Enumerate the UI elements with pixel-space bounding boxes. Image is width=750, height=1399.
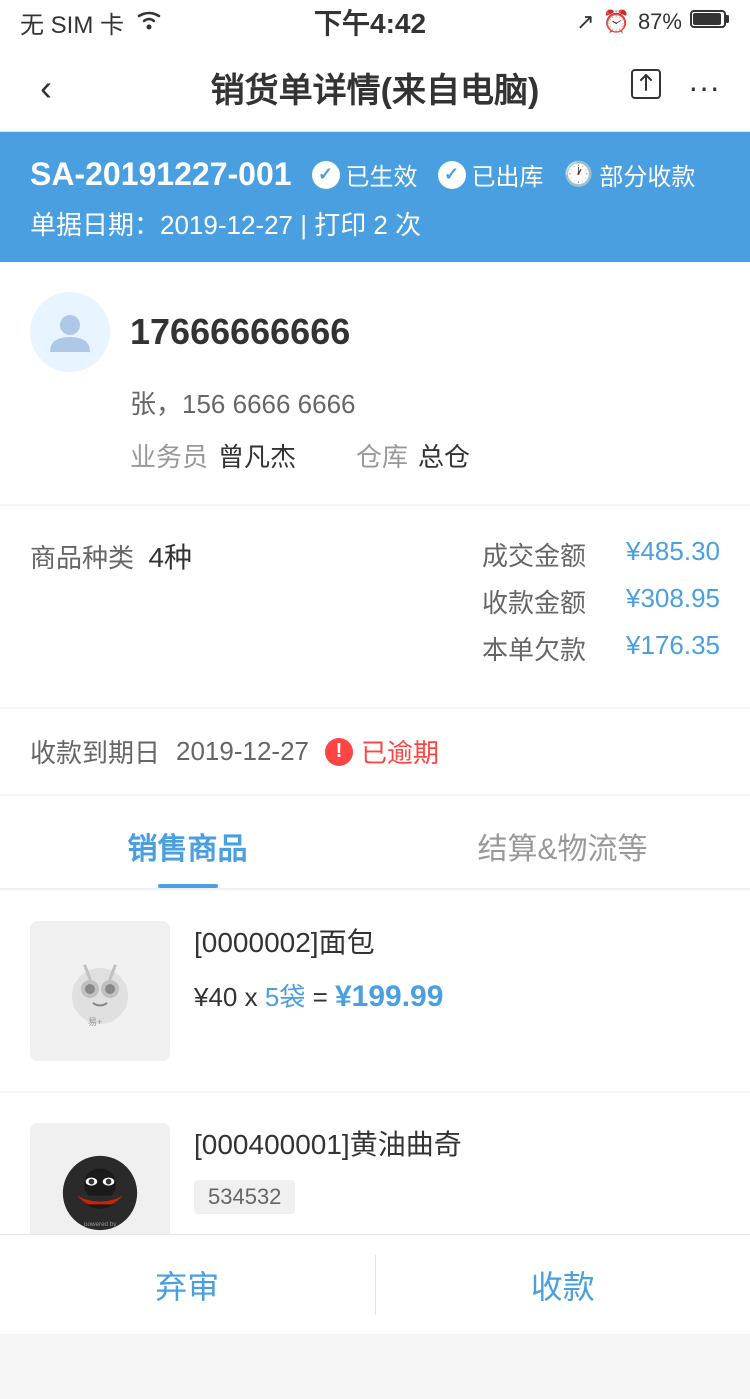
product-item: 易+ [0000002]面包 ¥40 x 5袋 = ¥199.99 <box>0 891 750 1091</box>
product-price-bread: ¥40 x 5袋 = ¥199.99 <box>194 977 720 1014</box>
status-effective: ✓ 已生效 <box>312 157 418 192</box>
share-icon[interactable] <box>628 66 664 110</box>
product-name-bread: [0000002]面包 <box>194 921 720 961</box>
product-name-cookie: [000400001]黄油曲奇 <box>194 1123 720 1163</box>
collect-payment-button[interactable]: 收款 <box>376 1235 750 1334</box>
tabs-section: 销售商品 结算&物流等 <box>0 796 750 889</box>
back-button[interactable]: ‹ <box>30 57 62 119</box>
location-icon: ↗ <box>576 9 594 35</box>
wifi-icon <box>134 8 164 37</box>
category-value: 4种 <box>148 542 192 573</box>
amount-row: 成交金额 ¥485.30 <box>482 536 720 573</box>
debt-value: ¥176.35 <box>626 630 720 667</box>
sim-status: 无 SIM 卡 <box>20 5 124 40</box>
shipped-check-icon: ✓ <box>438 161 466 189</box>
status-bar-right: ↗ ⏰ 87% <box>576 8 730 36</box>
status-shipped: ✓ 已出库 <box>438 157 544 192</box>
customer-phone: 17666666666 <box>130 311 350 353</box>
amount-label: 成交金额 <box>482 536 586 573</box>
bread-qty: 5袋 <box>265 982 305 1012</box>
page-title: 销货单详情(来自电脑) <box>211 63 540 112</box>
tab-settlement[interactable]: 结算&物流等 <box>375 796 750 888</box>
overdue-badge: ! 已逾期 <box>325 733 439 770</box>
warehouse-meta: 仓库 总仓 <box>356 437 470 474</box>
tab-settlement-label: 结算&物流等 <box>477 833 647 866</box>
more-icon[interactable]: ··· <box>688 69 720 106</box>
customer-meta: 业务员 曾凡杰 仓库 总仓 <box>30 437 720 474</box>
bread-unit-price: ¥40 <box>194 982 237 1012</box>
payment-due-label: 收款到期日 <box>30 733 160 770</box>
customer-row: 17666666666 <box>30 292 720 372</box>
order-header-row1: SA-20191227-001 ✓ 已生效 ✓ 已出库 🕐 部分收款 <box>30 156 720 193</box>
nav-right-actions: ··· <box>628 66 720 110</box>
financial-stats: 成交金额 ¥485.30 收款金额 ¥308.95 本单欠款 ¥176.35 <box>482 536 720 677</box>
received-label: 收款金额 <box>482 583 586 620</box>
product-image-bread: 易+ <box>30 921 170 1061</box>
payment-due-date: 2019-12-27 <box>176 736 309 767</box>
status-bar: 无 SIM 卡 下午4:42 ↗ ⏰ 87% <box>0 0 750 44</box>
tab-sales-label: 销售商品 <box>128 833 248 866</box>
status-bar-time: 下午4:42 <box>314 2 426 42</box>
product-category-stat: 商品种类 4种 <box>30 536 192 576</box>
salesperson-meta: 业务员 曾凡杰 <box>130 437 296 474</box>
order-id: SA-20191227-001 <box>30 156 292 193</box>
svg-text:易+: 易+ <box>88 1017 102 1027</box>
order-date: 单据日期：2019-12-27 | 打印 2 次 <box>30 205 720 242</box>
product-sku-cookie: 534532 <box>194 1180 295 1214</box>
tab-sales-products[interactable]: 销售商品 <box>0 796 375 888</box>
product-info-bread: [0000002]面包 ¥40 x 5袋 = ¥199.99 <box>194 921 720 1014</box>
category-label: 商品种类 <box>30 543 134 573</box>
effective-label: 已生效 <box>346 157 418 192</box>
payment-due-section: 收款到期日 2019-12-27 ! 已逾期 <box>0 709 750 794</box>
received-value: ¥308.95 <box>626 583 720 620</box>
overdue-icon: ! <box>325 738 353 766</box>
svg-text:powered by: powered by <box>84 1221 117 1228</box>
tab-active-indicator <box>158 884 218 888</box>
nav-bar: ‹ 销货单详情(来自电脑) ··· <box>0 44 750 132</box>
tabs-row: 销售商品 结算&物流等 <box>0 796 750 889</box>
debt-label: 本单欠款 <box>482 630 586 667</box>
partial-payment-label: 部分收款 <box>599 157 695 192</box>
customer-section: 17666666666 张，156 6666 6666 业务员 曾凡杰 仓库 总… <box>0 262 750 504</box>
bread-multiply: x <box>245 982 265 1012</box>
bottom-bar: 弃审 收款 <box>0 1234 750 1334</box>
amount-value: ¥485.30 <box>626 536 720 573</box>
status-partial-payment: 🕐 部分收款 <box>564 157 696 192</box>
salesperson-value: 曾凡杰 <box>218 437 296 474</box>
warehouse-label: 仓库 <box>356 437 408 474</box>
cancel-review-button[interactable]: 弃审 <box>0 1235 375 1334</box>
received-row: 收款金额 ¥308.95 <box>482 583 720 620</box>
alarm-icon: ⏰ <box>603 9 630 35</box>
bread-total: ¥199.99 <box>335 980 443 1013</box>
battery-level: 87% <box>638 9 682 35</box>
clock-icon: 🕐 <box>564 160 594 189</box>
bread-equals: = <box>313 982 335 1012</box>
stats-section: 商品种类 4种 成交金额 ¥485.30 收款金额 ¥308.95 本单欠款 ¥… <box>0 506 750 707</box>
warehouse-value: 总仓 <box>418 437 470 474</box>
effective-check-icon: ✓ <box>312 161 340 189</box>
status-bar-left: 无 SIM 卡 <box>20 5 164 40</box>
debt-row: 本单欠款 ¥176.35 <box>482 630 720 667</box>
shipped-label: 已出库 <box>472 157 544 192</box>
customer-avatar <box>30 292 110 372</box>
customer-name: 张，156 6666 6666 <box>30 384 720 421</box>
order-header: SA-20191227-001 ✓ 已生效 ✓ 已出库 🕐 部分收款 单据日期：… <box>0 132 750 262</box>
salesperson-label: 业务员 <box>130 437 208 474</box>
battery-icon <box>690 8 730 36</box>
overdue-text: 已逾期 <box>361 733 439 770</box>
